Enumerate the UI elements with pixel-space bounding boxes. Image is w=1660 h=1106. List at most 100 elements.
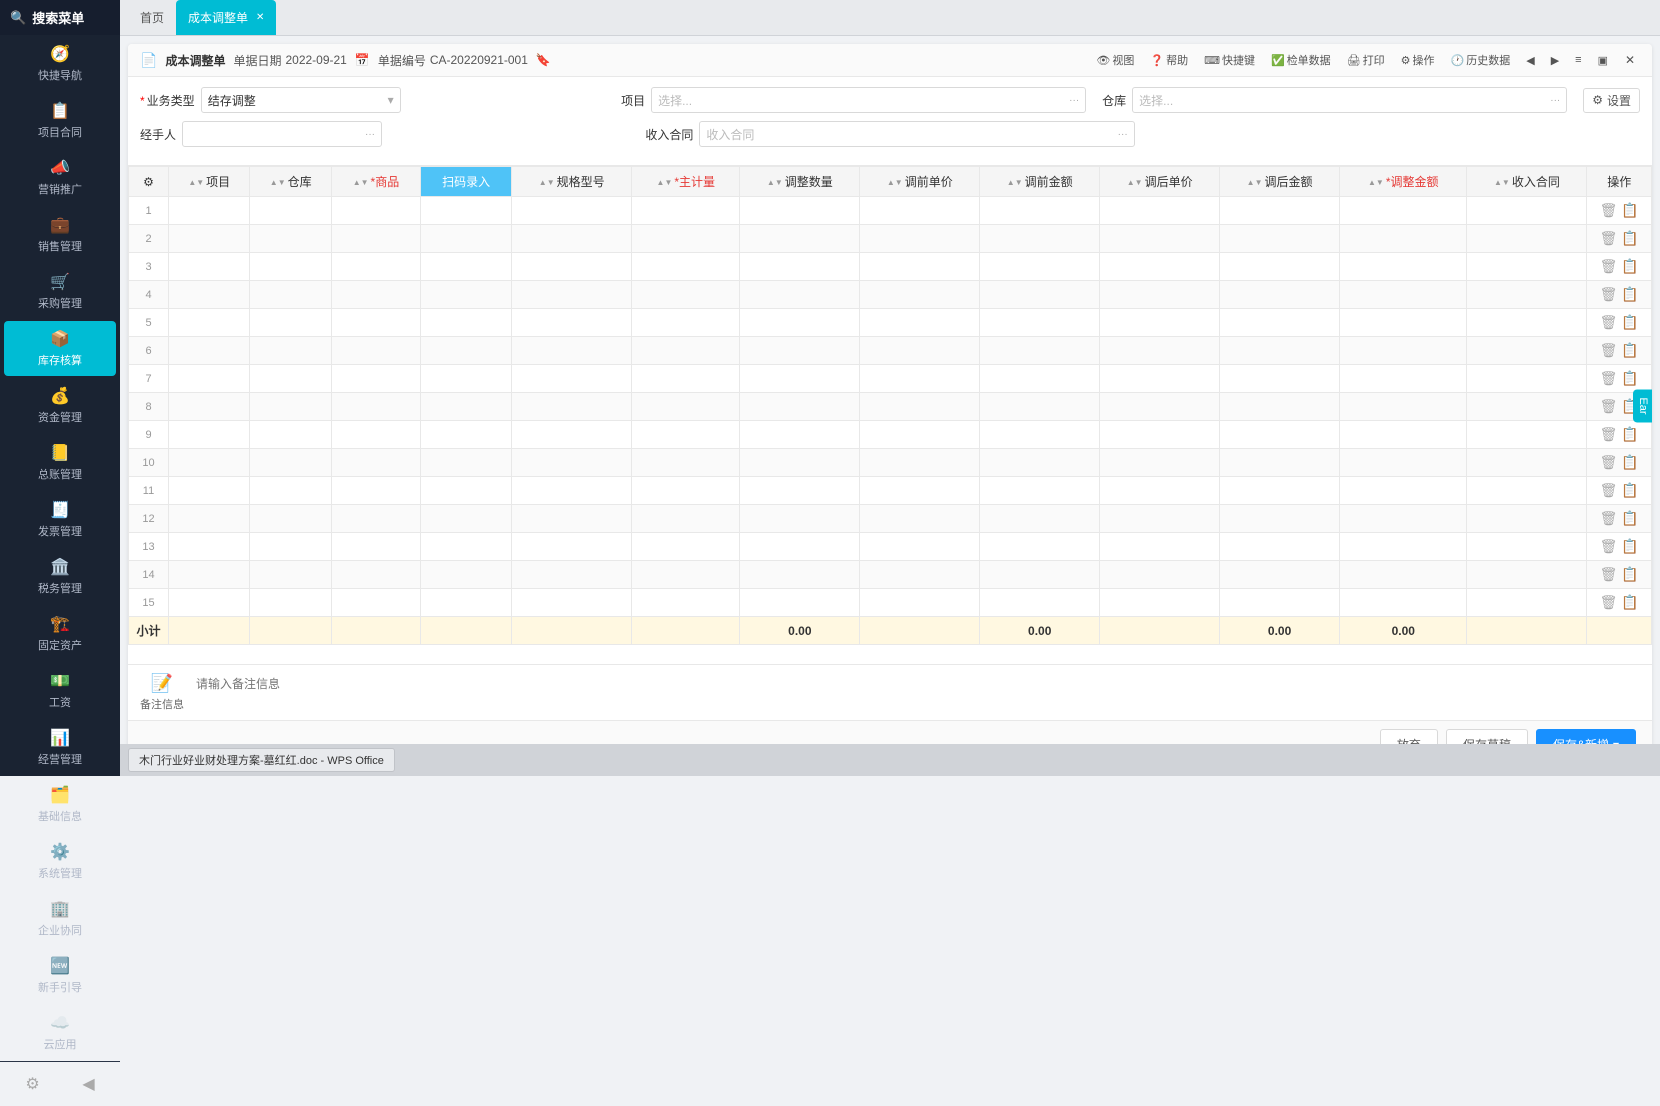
cell-income-contract[interactable] bbox=[1467, 365, 1587, 393]
cell-operation[interactable]: 🗑 📋 bbox=[1587, 477, 1652, 505]
delete-icon[interactable]: 🗑 bbox=[1600, 202, 1618, 219]
cell-after-price[interactable] bbox=[1100, 449, 1220, 477]
cell-income-contract[interactable] bbox=[1467, 589, 1587, 617]
cell-project[interactable] bbox=[169, 225, 250, 253]
cell-goods[interactable] bbox=[331, 225, 420, 253]
cell-goods[interactable] bbox=[331, 533, 420, 561]
sidebar-item-quick-nav[interactable]: 🧭 快捷导航 bbox=[4, 36, 116, 91]
cell-adj-amt[interactable] bbox=[1340, 589, 1467, 617]
cell-warehouse[interactable] bbox=[250, 477, 331, 505]
cell-after-amt[interactable] bbox=[1220, 449, 1340, 477]
delete-icon[interactable]: 🗑 bbox=[1600, 314, 1618, 331]
cell-after-price[interactable] bbox=[1100, 225, 1220, 253]
cell-income-contract[interactable] bbox=[1467, 309, 1587, 337]
cell-before-amt[interactable] bbox=[980, 281, 1100, 309]
cell-warehouse[interactable] bbox=[250, 225, 331, 253]
cell-adj-qty[interactable] bbox=[740, 253, 860, 281]
cell-adj-amt[interactable] bbox=[1340, 197, 1467, 225]
copy-icon[interactable]: 📋 bbox=[1621, 566, 1638, 583]
cell-after-price[interactable] bbox=[1100, 533, 1220, 561]
sidebar-item-ops-mgmt[interactable]: 📊 经营管理 bbox=[4, 720, 116, 775]
sidebar-item-purchase-mgmt[interactable]: 🛒 采购管理 bbox=[4, 264, 116, 319]
cell-before-amt[interactable] bbox=[980, 337, 1100, 365]
cell-before-amt[interactable] bbox=[980, 365, 1100, 393]
cell-project[interactable] bbox=[169, 589, 250, 617]
cell-unit[interactable] bbox=[632, 393, 740, 421]
cell-before-amt[interactable] bbox=[980, 309, 1100, 337]
cell-operation[interactable]: 🗑 📋 bbox=[1587, 365, 1652, 393]
cell-unit[interactable] bbox=[632, 197, 740, 225]
copy-icon[interactable]: 📋 bbox=[1621, 342, 1638, 359]
cell-adj-qty[interactable] bbox=[740, 505, 860, 533]
cell-warehouse[interactable] bbox=[250, 309, 331, 337]
cell-scan[interactable] bbox=[420, 309, 511, 337]
cell-before-price[interactable] bbox=[860, 197, 980, 225]
cell-after-price[interactable] bbox=[1100, 589, 1220, 617]
cell-adj-qty[interactable] bbox=[740, 477, 860, 505]
cell-operation[interactable]: 🗑 📋 bbox=[1587, 589, 1652, 617]
cell-before-price[interactable] bbox=[860, 561, 980, 589]
table-row[interactable]: 6 🗑 📋 bbox=[129, 337, 1652, 365]
cell-adj-amt[interactable] bbox=[1340, 281, 1467, 309]
cell-income-contract[interactable] bbox=[1467, 393, 1587, 421]
cell-scan[interactable] bbox=[420, 225, 511, 253]
sidebar-item-cloud-app[interactable]: ☁️ 云应用 bbox=[4, 1005, 116, 1060]
copy-icon[interactable]: 📋 bbox=[1621, 538, 1638, 555]
cell-income-contract[interactable] bbox=[1467, 533, 1587, 561]
copy-icon[interactable]: 📋 bbox=[1621, 594, 1638, 611]
table-row[interactable]: 4 🗑 📋 bbox=[129, 281, 1652, 309]
cell-before-amt[interactable] bbox=[980, 225, 1100, 253]
cell-adj-qty[interactable] bbox=[740, 197, 860, 225]
delete-icon[interactable]: 🗑 bbox=[1600, 258, 1618, 275]
cell-adj-qty[interactable] bbox=[740, 225, 860, 253]
sidebar-item-new-guide[interactable]: 🆕 新手引导 bbox=[4, 948, 116, 1003]
cell-after-price[interactable] bbox=[1100, 197, 1220, 225]
cell-adj-amt[interactable] bbox=[1340, 533, 1467, 561]
cell-before-amt[interactable] bbox=[980, 449, 1100, 477]
cell-warehouse[interactable] bbox=[250, 281, 331, 309]
right-edge-tab[interactable]: Ear bbox=[1633, 389, 1652, 422]
sidebar-item-invoice-mgmt[interactable]: 🧾 发票管理 bbox=[4, 492, 116, 547]
table-row[interactable]: 15 🗑 📋 bbox=[129, 589, 1652, 617]
cell-before-price[interactable] bbox=[860, 533, 980, 561]
cell-spec[interactable] bbox=[512, 449, 632, 477]
table-row[interactable]: 3 🗑 📋 bbox=[129, 253, 1652, 281]
cell-spec[interactable] bbox=[512, 393, 632, 421]
cell-adj-qty[interactable] bbox=[740, 589, 860, 617]
delete-icon[interactable]: 🗑 bbox=[1600, 370, 1618, 387]
settings-button[interactable]: ⚙ bbox=[21, 1070, 43, 1098]
cell-before-amt[interactable] bbox=[980, 421, 1100, 449]
delete-icon[interactable]: 🗑 bbox=[1600, 538, 1618, 555]
cell-unit[interactable] bbox=[632, 421, 740, 449]
cell-adj-qty[interactable] bbox=[740, 309, 860, 337]
print-btn[interactable]: 🖨 打印 bbox=[1343, 50, 1389, 70]
cell-goods[interactable] bbox=[331, 393, 420, 421]
cell-income-contract[interactable] bbox=[1467, 253, 1587, 281]
cell-operation[interactable]: 🗑 📋 bbox=[1587, 225, 1652, 253]
cell-project[interactable] bbox=[169, 197, 250, 225]
table-row[interactable]: 9 🗑 📋 bbox=[129, 421, 1652, 449]
table-row[interactable]: 1 🗑 📋 bbox=[129, 197, 1652, 225]
copy-icon[interactable]: 📋 bbox=[1621, 426, 1638, 443]
cell-before-price[interactable] bbox=[860, 281, 980, 309]
doc-close-btn[interactable]: ✕ bbox=[1620, 50, 1640, 70]
sidebar-item-tax-mgmt[interactable]: 🏛️ 税务管理 bbox=[4, 549, 116, 604]
cell-spec[interactable] bbox=[512, 505, 632, 533]
cell-goods[interactable] bbox=[331, 477, 420, 505]
shortcut-btn[interactable]: ⌨ 快捷键 bbox=[1200, 50, 1259, 70]
sidebar-item-salary[interactable]: 💵 工资 bbox=[4, 663, 116, 718]
cell-operation[interactable]: 🗑 📋 bbox=[1587, 197, 1652, 225]
cell-spec[interactable] bbox=[512, 477, 632, 505]
sidebar-item-inventory[interactable]: 📦 库存核算 bbox=[4, 321, 116, 376]
table-row[interactable]: 12 🗑 📋 bbox=[129, 505, 1652, 533]
cell-project[interactable] bbox=[169, 421, 250, 449]
sidebar-item-ledger-mgmt[interactable]: 📒 总账管理 bbox=[4, 435, 116, 490]
cell-adj-qty[interactable] bbox=[740, 365, 860, 393]
cell-warehouse[interactable] bbox=[250, 505, 331, 533]
cell-adj-amt[interactable] bbox=[1340, 337, 1467, 365]
detail-view-btn[interactable]: ▣ bbox=[1594, 52, 1612, 69]
sidebar-item-fund-mgmt[interactable]: 💰 资金管理 bbox=[4, 378, 116, 433]
sidebar-item-sales-mgmt[interactable]: 💼 销售管理 bbox=[4, 207, 116, 262]
delete-icon[interactable]: 🗑 bbox=[1600, 566, 1618, 583]
cell-warehouse[interactable] bbox=[250, 197, 331, 225]
